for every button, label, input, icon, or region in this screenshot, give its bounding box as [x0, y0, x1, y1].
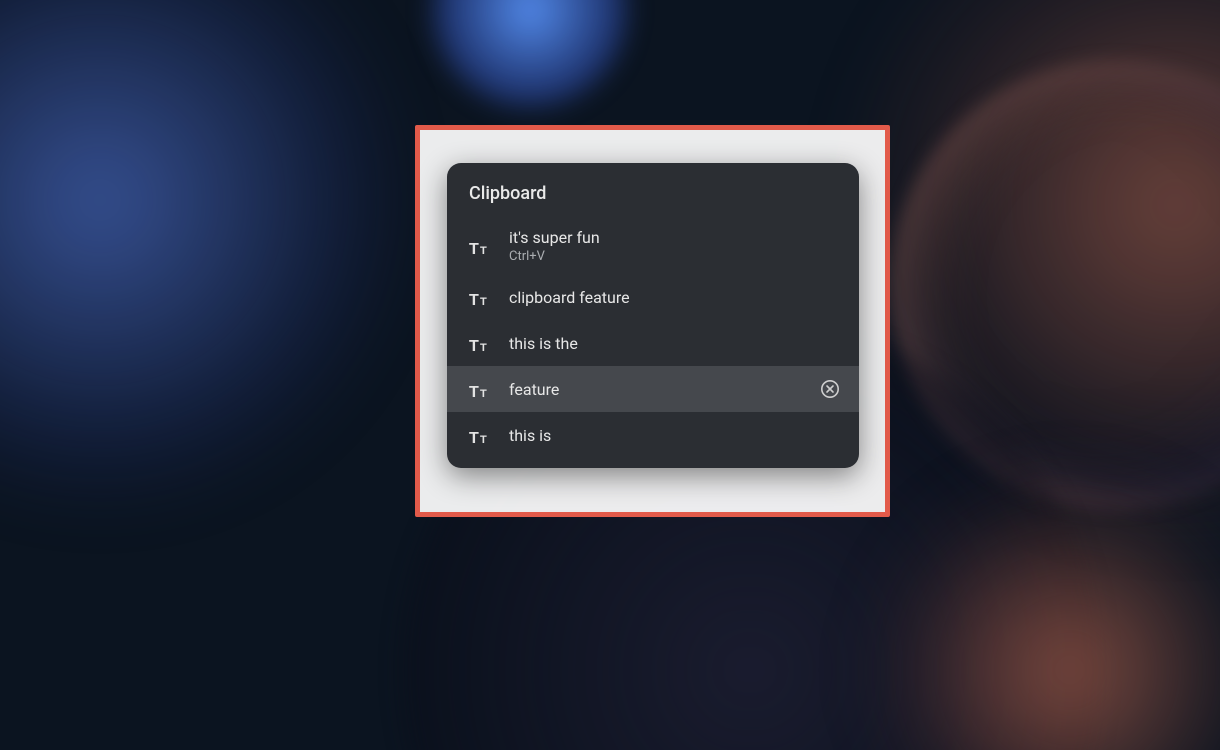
text-icon: TT — [469, 378, 491, 400]
text-icon: TT — [469, 424, 491, 446]
clipboard-list: TT it's super fun Ctrl+V TT clipboard fe… — [447, 218, 859, 468]
clipboard-item[interactable]: TT it's super fun Ctrl+V — [447, 218, 859, 274]
svg-text:T: T — [480, 388, 487, 400]
svg-text:T: T — [469, 430, 479, 446]
clipboard-item-text: clipboard feature — [509, 288, 841, 307]
svg-text:T: T — [480, 342, 487, 354]
svg-text:T: T — [469, 292, 479, 308]
panel-title: Clipboard — [447, 163, 859, 218]
svg-text:T: T — [480, 245, 487, 257]
svg-text:T: T — [469, 338, 479, 354]
clipboard-item-text: this is the — [509, 334, 841, 353]
svg-text:T: T — [480, 434, 487, 446]
svg-text:T: T — [480, 296, 487, 308]
clipboard-panel: Clipboard TT it's super fun Ctrl+V TT cl… — [447, 163, 859, 468]
text-icon: TT — [469, 286, 491, 308]
clipboard-item[interactable]: TT clipboard feature — [447, 274, 859, 320]
clipboard-item[interactable]: TT this is — [447, 412, 859, 458]
text-icon: TT — [469, 235, 491, 257]
clipboard-item-shortcut: Ctrl+V — [509, 249, 841, 264]
clipboard-item[interactable]: TT this is the — [447, 320, 859, 366]
svg-text:T: T — [469, 241, 479, 257]
delete-item-button[interactable] — [819, 378, 841, 400]
svg-text:T: T — [469, 384, 479, 400]
clipboard-item-text: it's super fun — [509, 228, 841, 247]
text-icon: TT — [469, 332, 491, 354]
clipboard-item-text: feature — [509, 380, 801, 399]
clipboard-item[interactable]: TT feature — [447, 366, 859, 412]
clipboard-item-text: this is — [509, 426, 841, 445]
